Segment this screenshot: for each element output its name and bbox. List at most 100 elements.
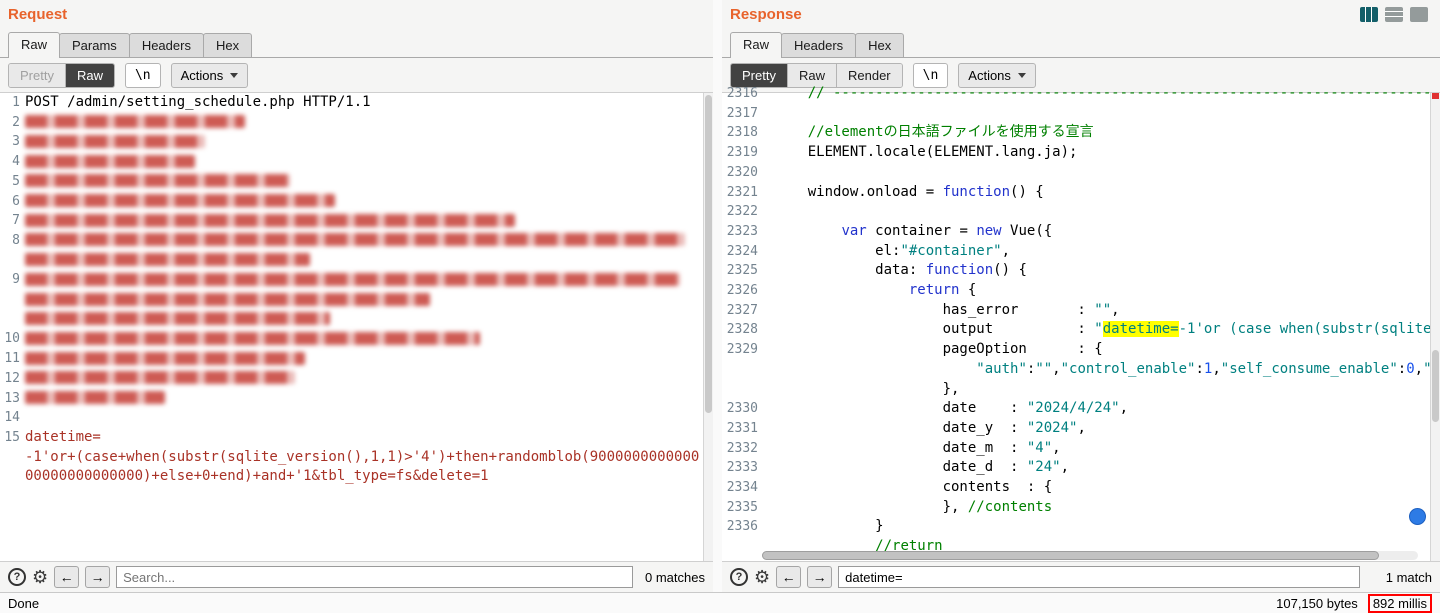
response-horizontal-scrollbar[interactable] [762,551,1418,560]
response-next-match-button[interactable]: → [807,566,832,588]
code-token: "2024/4/24" [1027,400,1120,416]
line-number: 2323 [722,222,758,242]
line-number: 2 [0,113,20,133]
code-token: -1'or+(case+when(substr(sqlite_version()… [25,449,699,465]
code-line-text [20,270,680,290]
redacted-text [25,391,165,404]
code-line-text [20,172,290,192]
request-scrollbar-thumb[interactable] [705,95,712,413]
request-title: Request [8,6,67,23]
code-line: 2319 ELEMENT.locale(ELEMENT.lang.ja); [722,143,1430,163]
code-line-text [20,329,480,349]
line-number: 1 [0,93,20,113]
code-line-text: has_error : "", [758,301,1120,321]
code-token: "4" [1027,440,1052,456]
code-line-text [20,408,25,428]
line-number: 2331 [722,419,758,439]
code-line: 2327 has_error : "", [722,301,1430,321]
layout-rows-icon[interactable] [1385,7,1403,22]
code-line-text: }, [758,380,959,400]
code-line: 2334 contents : { [722,478,1430,498]
line-number [0,290,20,310]
request-raw-button[interactable]: Raw [65,64,114,87]
code-line-text: window.onload = function() { [758,183,1044,203]
code-token: var [841,223,866,239]
response-hscrollbar-thumb[interactable] [762,551,1379,560]
line-number: 2325 [722,261,758,281]
line-number: 14 [0,408,20,428]
request-editor: 1POST /admin/setting_schedule.php HTTP/1… [0,92,713,561]
layout-columns-icon[interactable] [1360,7,1378,22]
code-line-text: contents : { [758,478,1052,498]
response-vertical-scrollbar[interactable] [1430,93,1440,561]
line-number: 2328 [722,320,758,340]
scroll-indicator-bubble[interactable] [1409,508,1426,525]
code-token: , [1077,420,1085,436]
layout-single-icon[interactable] [1410,7,1428,22]
response-tab-hex[interactable]: Hex [855,33,904,57]
line-number: 2322 [722,202,758,222]
request-actions-button[interactable]: Actions [171,63,249,88]
line-number: 13 [0,389,20,409]
code-line-text: //elementの日本語ファイルを使用する宣言 [758,123,1094,143]
layout-toggle-icons [1360,7,1432,22]
panel-splitter[interactable] [713,0,722,592]
code-token: //contents [968,499,1052,515]
code-line-text: return { [758,281,976,301]
response-panel: Response Raw Headers Hex Pretty Raw Rend… [722,0,1440,592]
redacted-text [25,174,290,187]
code-line-text: "auth":"","control_enable":1,"self_consu… [758,360,1430,380]
line-number: 8 [0,231,20,251]
code-line: 2330 date : "2024/4/24", [722,399,1430,419]
response-editor: 2316 // --------------------------------… [722,92,1440,561]
request-tab-raw[interactable]: Raw [8,32,60,58]
code-token: -1'or (case when(substr(sqlite_version( [1179,321,1430,337]
request-next-match-button[interactable]: → [85,566,110,588]
code-token: , [1120,400,1128,416]
code-token: el: [774,243,900,259]
line-number: 4 [0,152,20,172]
request-newline-toggle-button[interactable]: \n [125,63,161,88]
request-previous-match-button[interactable]: ← [54,566,79,588]
code-token: , [1002,243,1010,259]
help-icon[interactable]: ? [730,568,748,586]
search-settings-gear-icon[interactable]: ⚙ [32,568,48,586]
status-state: Done [8,596,39,611]
request-code-area[interactable]: 1POST /admin/setting_schedule.php HTTP/1… [0,93,703,561]
code-token [774,223,841,239]
line-number: 3 [0,132,20,152]
line-number: 2318 [722,123,758,143]
response-previous-match-button[interactable]: ← [776,566,801,588]
redacted-text [25,115,245,128]
code-line: 2323 var container = new Vue({ [722,222,1430,242]
line-number [0,467,20,487]
request-pretty-button[interactable]: Pretty [9,64,65,87]
line-number: 2317 [722,104,758,124]
code-line-text: pageOption : { [758,340,1103,360]
code-line: }, [722,380,1430,400]
search-settings-gear-icon[interactable]: ⚙ [754,568,770,586]
request-tab-hex[interactable]: Hex [203,33,252,57]
code-token: , [1212,361,1220,377]
request-search-input[interactable] [116,566,633,588]
code-line: 2 [0,113,703,133]
code-line-text [20,132,205,152]
response-tab-headers[interactable]: Headers [781,33,856,57]
code-token: "2024" [1027,420,1078,436]
line-number [0,251,20,271]
request-tab-headers[interactable]: Headers [129,33,204,57]
request-tab-params[interactable]: Params [59,33,130,57]
response-time-annotated: 892 millis [1368,594,1432,613]
response-scrollbar-thumb[interactable] [1432,350,1439,422]
response-tab-raw[interactable]: Raw [730,32,782,58]
code-line-text: data: function() { [758,261,1027,281]
code-line-text: } [758,517,884,537]
code-token: : [1195,361,1203,377]
help-icon[interactable]: ? [8,568,26,586]
response-title: Response [730,6,802,23]
code-token: output : [774,321,1094,337]
response-search-input[interactable] [838,566,1360,588]
request-vertical-scrollbar[interactable] [703,93,713,561]
response-code-area[interactable]: 2316 // --------------------------------… [722,84,1430,561]
code-line: -1'or+(case+when(substr(sqlite_version()… [0,448,703,468]
